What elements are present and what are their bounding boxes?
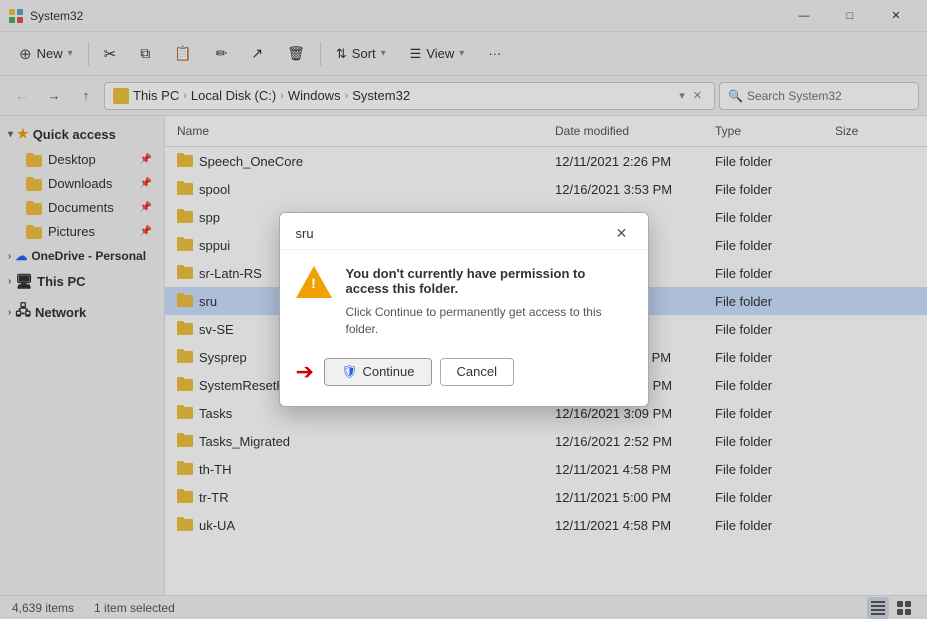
dialog-arrow-icon: ➔ <box>296 359 314 385</box>
dialog-body: ! You don't currently have permission to… <box>280 250 648 406</box>
dialog-title: sru <box>296 226 314 241</box>
dialog-title-bar: sru ✕ <box>280 213 648 250</box>
cancel-label: Cancel <box>457 364 497 379</box>
dialog-message-sub: Click Continue to permanently get access… <box>346 304 632 338</box>
dialog-close-button[interactable]: ✕ <box>612 223 632 243</box>
shield-icon: 🛡 <box>341 364 358 380</box>
permission-dialog: sru ✕ ! You don't currently have permiss… <box>279 212 649 407</box>
continue-button[interactable]: 🛡 Continue <box>324 358 432 386</box>
dialog-buttons: 🛡 Continue Cancel <box>324 358 514 386</box>
dialog-overlay: sru ✕ ! You don't currently have permiss… <box>0 0 927 619</box>
cancel-button[interactable]: Cancel <box>440 358 514 386</box>
dialog-message: You don't currently have permission to a… <box>346 266 632 338</box>
dialog-message-main: You don't currently have permission to a… <box>346 266 632 296</box>
warning-exclaim: ! <box>311 276 316 290</box>
dialog-arrow-row: ➔ 🛡 Continue Cancel <box>296 350 632 390</box>
continue-label: Continue <box>362 364 414 379</box>
dialog-content: ! You don't currently have permission to… <box>296 266 632 338</box>
warning-icon: ! <box>296 266 332 302</box>
